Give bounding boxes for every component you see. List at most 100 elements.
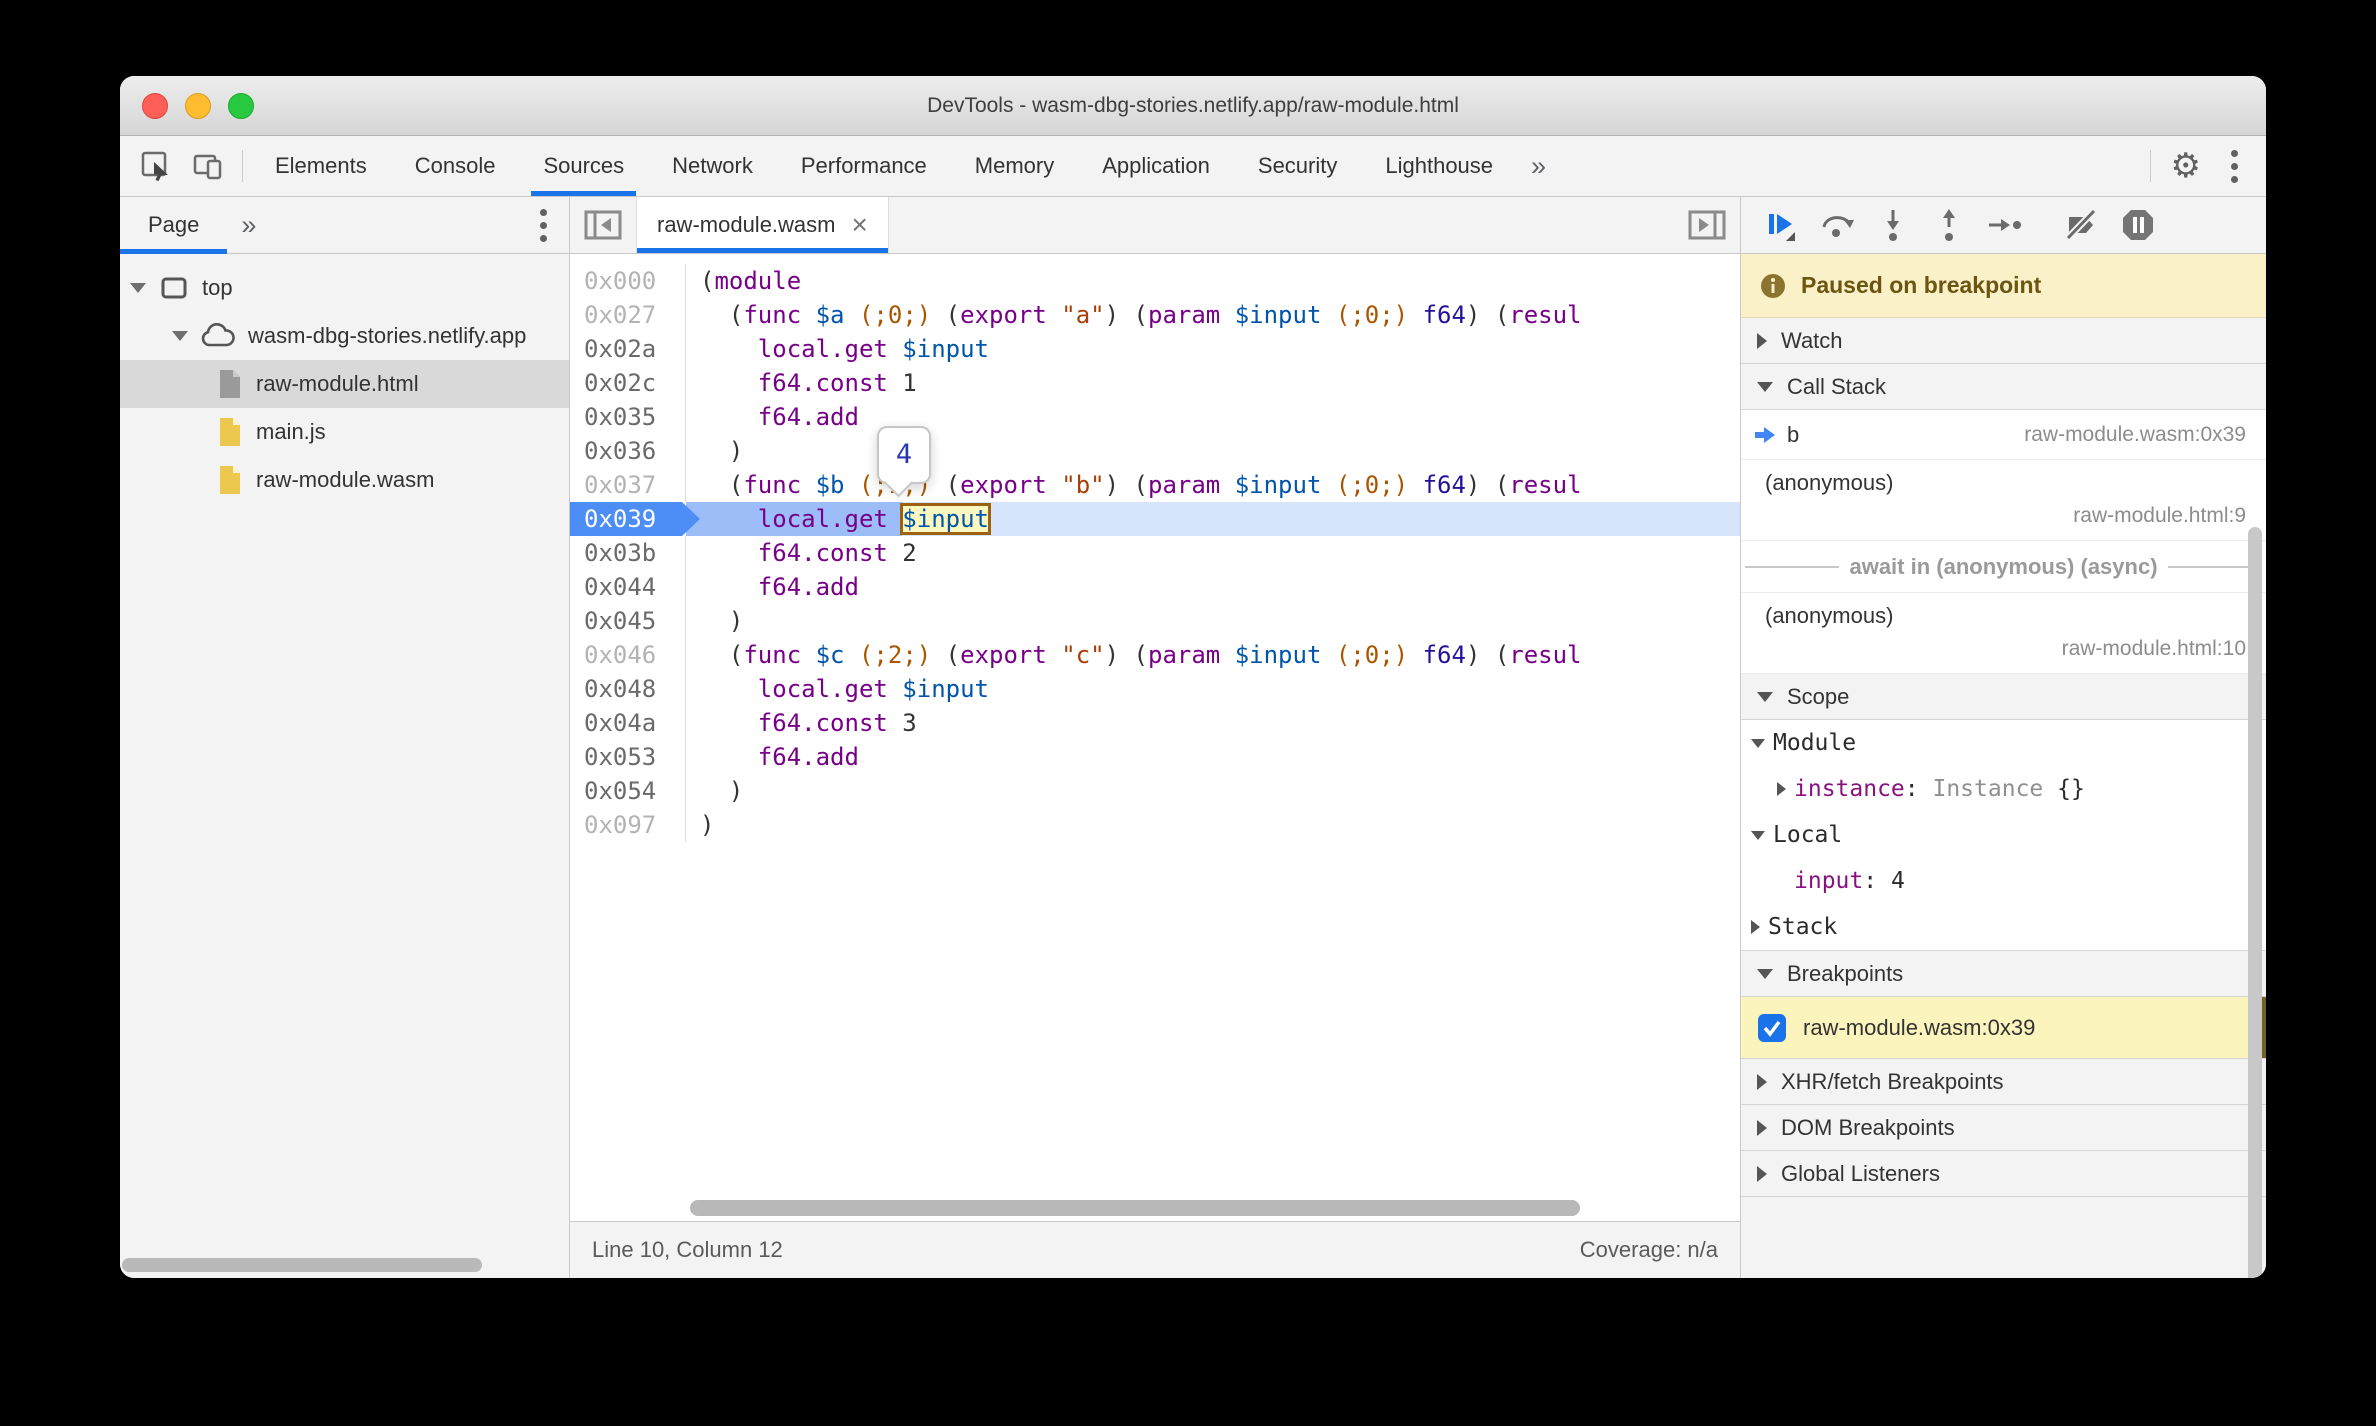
step-into-icon[interactable] [1867, 201, 1919, 249]
gutter-address[interactable]: 0x037 [570, 468, 686, 502]
section-scope[interactable]: Scope [1741, 674, 2266, 720]
step-over-icon[interactable] [1811, 201, 1863, 249]
gutter-address[interactable]: 0x048 [570, 672, 686, 706]
gutter-address[interactable]: 0x035 [570, 400, 686, 434]
tree-item-wasm-dbg-stories-netlify-app[interactable]: wasm-dbg-stories.netlify.app [120, 312, 569, 360]
code-line-text: ) [686, 808, 1740, 842]
tab-page[interactable]: Page [120, 197, 228, 254]
code-token: ) ( [1465, 641, 1510, 669]
tab-elements[interactable]: Elements [251, 136, 391, 196]
close-tab-icon[interactable]: × [852, 211, 868, 239]
editor-horizontal-scrollbar[interactable] [690, 1200, 1580, 1216]
zoom-window-button[interactable] [228, 92, 254, 119]
inspect-icon[interactable] [130, 136, 182, 196]
navigator-more-tabs-chevron-icon[interactable]: » [227, 197, 270, 253]
device-toolbar-icon[interactable] [182, 136, 234, 196]
code-line-text: local.get $input [686, 332, 1740, 366]
scope-caret-icon[interactable] [1751, 830, 1765, 840]
breakpoint-checkbox[interactable] [1757, 1013, 1787, 1043]
code-token: local.get [757, 505, 888, 533]
close-window-button[interactable] [142, 92, 168, 119]
gutter-address[interactable]: 0x02a [570, 332, 686, 366]
scope-group[interactable]: Stack [1741, 904, 2266, 950]
code-line: 0x04a f64.const 3 [570, 706, 1740, 740]
tab-security[interactable]: Security [1234, 136, 1361, 196]
show-debugger-panel-icon[interactable] [1674, 197, 1740, 253]
tab-memory[interactable]: Memory [951, 136, 1078, 196]
sidebar-horizontal-scrollbar[interactable] [122, 1258, 482, 1272]
gutter-address[interactable]: 0x053 [570, 740, 686, 774]
tab-sources[interactable]: Sources [519, 136, 648, 196]
call-stack-frame[interactable]: (anonymous) raw-module.html:9 [1741, 460, 2266, 541]
scope-property[interactable]: input: 4 [1741, 858, 2266, 904]
scope-caret-icon[interactable] [1751, 920, 1760, 934]
tree-caret-icon[interactable] [172, 331, 188, 341]
tree-item-raw-module-wasm[interactable]: raw-module.wasm [120, 456, 569, 504]
gutter-address[interactable]: 0x03b [570, 536, 686, 570]
gutter-address[interactable]: 0x044 [570, 570, 686, 604]
navigator-kebab-menu-icon[interactable] [522, 197, 565, 253]
section-dom-breakpoints[interactable]: DOM Breakpoints [1741, 1105, 2266, 1151]
code-token: f64 [1422, 641, 1466, 669]
value-tooltip: 4 [877, 426, 931, 484]
code-line: 0x039 local.get $input [570, 502, 1740, 536]
scope-property[interactable]: instance: Instance {} [1741, 766, 2266, 812]
scope-group[interactable]: Module [1741, 720, 2266, 766]
section-global-listeners[interactable]: Global Listeners [1741, 1151, 2266, 1197]
pause-on-exceptions-icon[interactable] [2112, 201, 2164, 249]
section-caret-icon [1757, 1165, 1767, 1182]
section-label: DOM Breakpoints [1781, 1114, 1955, 1140]
section-xhr-fetch-breakpoints[interactable]: XHR/fetch Breakpoints [1741, 1059, 2266, 1105]
file-js-icon [216, 416, 244, 448]
scope-caret-icon[interactable] [1777, 782, 1786, 796]
more-tabs-chevron-icon[interactable]: » [1517, 136, 1560, 196]
step-icon[interactable] [1979, 201, 2031, 249]
scope-caret-icon[interactable] [1751, 738, 1765, 748]
section-breakpoints[interactable]: Breakpoints [1741, 951, 2266, 997]
gutter-address[interactable]: 0x027 [570, 298, 686, 332]
scope-group[interactable]: Local [1741, 812, 2266, 858]
gutter-address[interactable]: 0x097 [570, 808, 686, 842]
tab-performance[interactable]: Performance [777, 136, 951, 196]
resume-icon[interactable] [1755, 201, 1807, 249]
tree-item-main-js[interactable]: main.js [120, 408, 569, 456]
gutter-address[interactable]: 0x036 [570, 434, 686, 468]
code-token: ) ( [1465, 471, 1510, 499]
gutter-address[interactable]: 0x02c [570, 366, 686, 400]
deactivate-breakpoints-icon[interactable] [2056, 201, 2108, 249]
gutter-address[interactable]: 0x046 [570, 638, 686, 672]
breakpoint-entry[interactable]: raw-module.wasm:0x39 [1741, 997, 2266, 1059]
minimize-window-button[interactable] [185, 92, 211, 119]
tree-item-top[interactable]: top [120, 264, 569, 312]
tree-caret-icon[interactable] [130, 283, 146, 293]
gutter-address[interactable]: 0x045 [570, 604, 686, 638]
tab-application[interactable]: Application [1078, 136, 1234, 196]
code-line-text: f64.const 1 [686, 366, 1740, 400]
section-call-stack[interactable]: Call Stack [1741, 364, 2266, 410]
code-line-text: f64.add [686, 570, 1740, 604]
tree-item-raw-module-html[interactable]: raw-module.html [120, 360, 569, 408]
section-watch[interactable]: Watch [1741, 318, 2266, 364]
debugger-panel-scrollbar[interactable] [2248, 527, 2262, 1278]
gear-icon[interactable]: ⚙ [2159, 136, 2213, 196]
editor-file-tab[interactable]: raw-module.wasm × [636, 197, 889, 253]
step-out-icon[interactable] [1923, 201, 1975, 249]
hovered-variable-anchor[interactable]: $input [900, 503, 991, 535]
tab-console[interactable]: Console [391, 136, 520, 196]
kebab-menu-icon[interactable] [2213, 136, 2256, 196]
call-stack-frame[interactable]: (anonymous) raw-module.html:10 [1741, 593, 2266, 674]
code-token: param [1148, 471, 1221, 499]
gutter-address[interactable]: 0x000 [570, 264, 686, 298]
gutter-address[interactable]: 0x054 [570, 774, 686, 808]
collapse-sidebar-icon[interactable] [570, 197, 636, 253]
code-editor[interactable]: 0x000 (module 0x027 (func $a (;0;) (export… [570, 254, 1740, 1221]
call-stack-frame[interactable]: b raw-module.wasm:0x39 [1741, 410, 2266, 460]
tab-lighthouse[interactable]: Lighthouse [1361, 136, 1517, 196]
tab-network[interactable]: Network [648, 136, 777, 196]
gutter-address[interactable]: 0x04a [570, 706, 686, 740]
execution-pointer-gutter[interactable]: 0x039 [570, 502, 700, 536]
